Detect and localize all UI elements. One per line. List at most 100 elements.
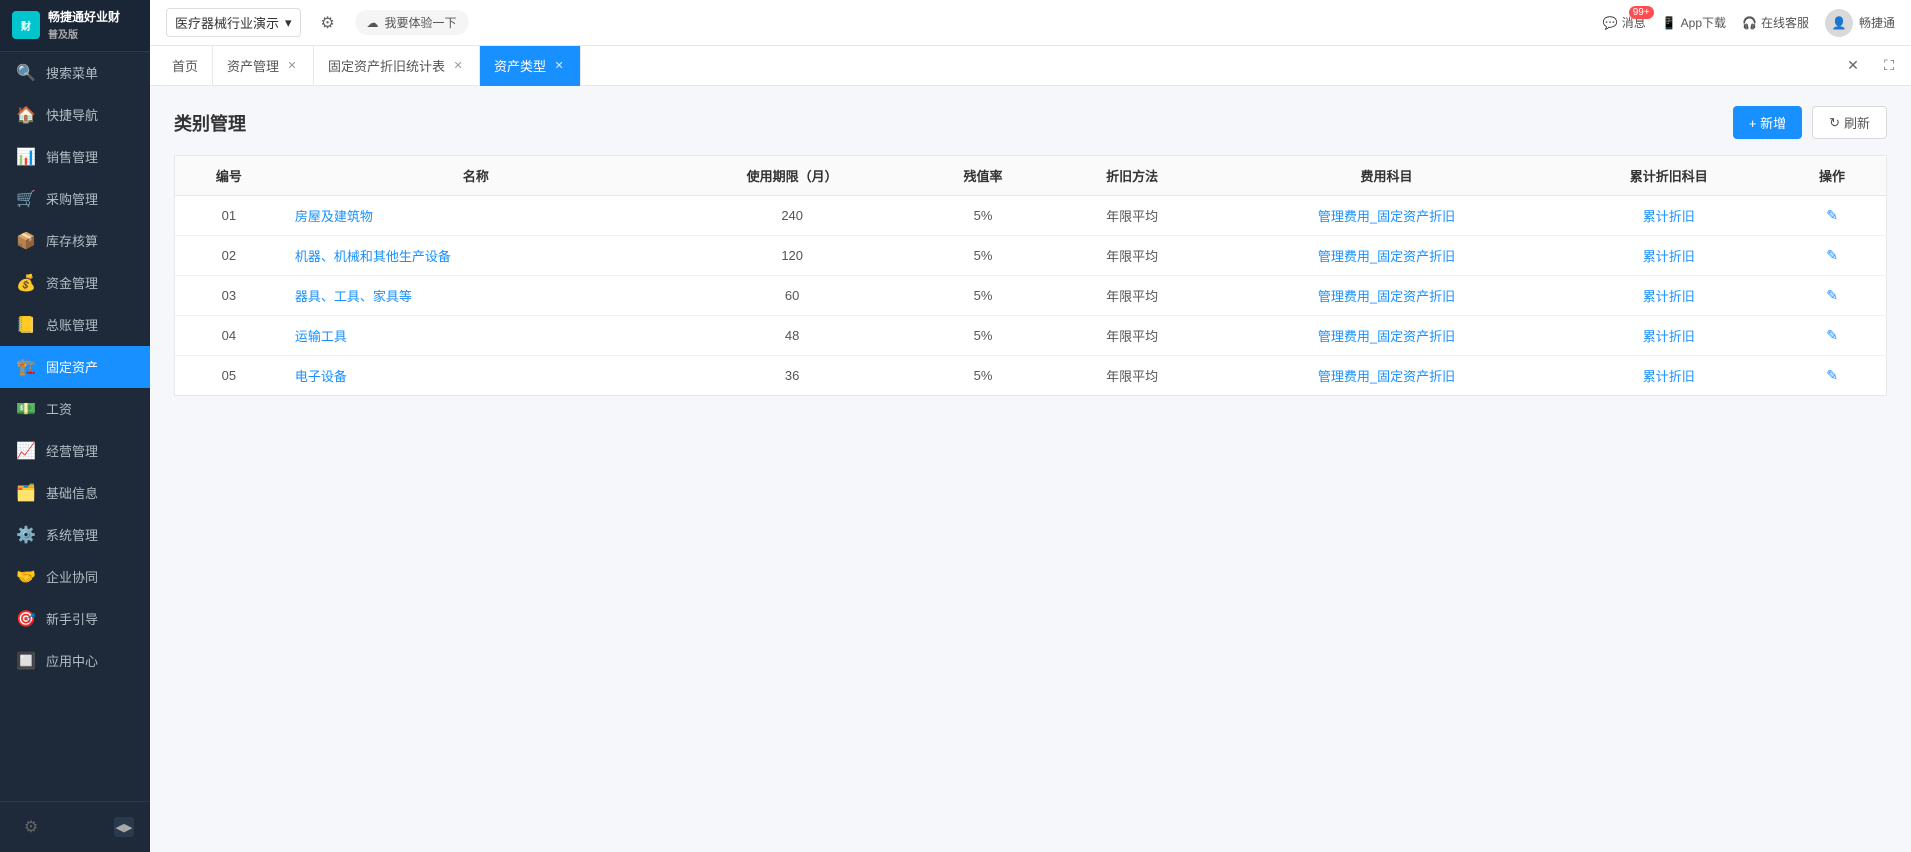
sidebar-icon-newguide: 🎯 [16, 609, 36, 629]
edit-btn-4[interactable]: ✎ [1826, 367, 1838, 383]
module-settings-btn[interactable]: ⚙ [313, 8, 343, 38]
sidebar-item-finance[interactable]: 💰 资金管理 [0, 262, 150, 304]
cell-name: 房屋及建筑物 [283, 196, 669, 236]
cell-action: ✎ [1778, 316, 1886, 356]
cell-action: ✎ [1778, 276, 1886, 316]
sidebar-collapse-btn[interactable]: ◀▶ [114, 817, 134, 837]
cell-code: 02 [175, 236, 283, 276]
accumulated-link[interactable]: 累计折旧 [1643, 209, 1695, 224]
sidebar-settings-icon[interactable]: ⚙ [16, 812, 46, 842]
sidebar-item-fixed[interactable]: 🏗️ 固定资产 [0, 346, 150, 388]
module-name: 医疗器械行业演示 [175, 13, 279, 32]
message-icon: 💬 [1603, 16, 1618, 30]
cell-accumulated: 累计折旧 [1559, 356, 1778, 396]
logo-name: 畅捷通好业财 [48, 10, 120, 26]
username-label: 畅捷通 [1859, 14, 1895, 31]
sidebar-item-operations[interactable]: 📈 经营管理 [0, 430, 150, 472]
expense-link[interactable]: 管理费用_固定资产折旧 [1318, 249, 1455, 264]
cell-name: 运输工具 [283, 316, 669, 356]
table-row: 01 房屋及建筑物 240 5% 年限平均 管理费用_固定资产折旧 累计折旧 ✎ [175, 196, 1887, 236]
expense-link[interactable]: 管理费用_固定资产折旧 [1318, 209, 1455, 224]
col-header: 编号 [175, 156, 283, 196]
tab-home[interactable]: 首页 [158, 46, 213, 86]
sidebar-icon-basic: 🗂️ [16, 483, 36, 503]
cell-period: 120 [669, 236, 916, 276]
sidebar-icon-system: ⚙️ [16, 525, 36, 545]
edit-btn-1[interactable]: ✎ [1826, 247, 1838, 263]
sidebar-item-purchase[interactable]: 🛒 采购管理 [0, 178, 150, 220]
tab-close-asset-mgmt[interactable]: ✕ [285, 59, 299, 73]
table-row: 03 器具、工具、家具等 60 5% 年限平均 管理费用_固定资产折旧 累计折旧… [175, 276, 1887, 316]
close-tab-btn[interactable]: ✕ [1839, 52, 1867, 80]
col-header: 名称 [283, 156, 669, 196]
sidebar-label-system: 系统管理 [46, 525, 98, 544]
sidebar-item-system[interactable]: ⚙️ 系统管理 [0, 514, 150, 556]
sidebar-icon-inventory: 📦 [16, 231, 36, 251]
customer-service-action[interactable]: 🎧 在线客服 [1742, 14, 1809, 31]
cell-name: 器具、工具、家具等 [283, 276, 669, 316]
name-link[interactable]: 运输工具 [295, 329, 347, 344]
name-link[interactable]: 器具、工具、家具等 [295, 289, 412, 304]
header-right: 💬 消息 99+ 📱 App下载 🎧 在线客服 👤 畅捷通 [1603, 9, 1895, 37]
sidebar-label-search: 搜索菜单 [46, 63, 98, 82]
message-badge: 99+ [1629, 6, 1654, 19]
accumulated-link[interactable]: 累计折旧 [1643, 289, 1695, 304]
message-action[interactable]: 💬 消息 99+ [1603, 14, 1646, 31]
app-download-action[interactable]: 📱 App下载 [1662, 14, 1726, 31]
tab-close-depreciation[interactable]: ✕ [451, 59, 465, 73]
cell-period: 60 [669, 276, 916, 316]
sidebar-label-newguide: 新手引导 [46, 609, 98, 628]
name-link[interactable]: 机器、机械和其他生产设备 [295, 249, 451, 264]
accumulated-link[interactable]: 累计折旧 [1643, 369, 1695, 384]
cell-expense: 管理费用_固定资产折旧 [1214, 276, 1560, 316]
expense-link[interactable]: 管理费用_固定资产折旧 [1318, 329, 1455, 344]
customer-service-label: 在线客服 [1761, 14, 1809, 31]
tab-label-asset-type: 资产类型 [494, 56, 546, 75]
name-link[interactable]: 房屋及建筑物 [295, 209, 373, 224]
tab-label-depreciation: 固定资产折旧统计表 [328, 56, 445, 75]
tab-asset-mgmt[interactable]: 资产管理 ✕ [213, 46, 314, 86]
edit-btn-0[interactable]: ✎ [1826, 207, 1838, 223]
new-button[interactable]: + 新增 [1733, 106, 1802, 139]
module-dropdown-icon: ▾ [285, 15, 292, 31]
sidebar-item-sales[interactable]: 📊 销售管理 [0, 136, 150, 178]
cell-accumulated: 累计折旧 [1559, 276, 1778, 316]
sidebar-label-fixed: 固定资产 [46, 357, 98, 376]
sidebar-label-operations: 经营管理 [46, 441, 98, 460]
sidebar-item-basic[interactable]: 🗂️ 基础信息 [0, 472, 150, 514]
cell-accumulated: 累计折旧 [1559, 196, 1778, 236]
logo-icon: 财 [12, 11, 40, 39]
accumulated-link[interactable]: 累计折旧 [1643, 329, 1695, 344]
cell-name: 机器、机械和其他生产设备 [283, 236, 669, 276]
tab-depreciation[interactable]: 固定资产折旧统计表 ✕ [314, 46, 480, 86]
expense-link[interactable]: 管理费用_固定资产折旧 [1318, 289, 1455, 304]
user-avatar: 👤 [1825, 9, 1853, 37]
tabs-actions: ✕ ⛶ [1839, 52, 1903, 80]
sidebar-item-search[interactable]: 🔍 搜索菜单 [0, 52, 150, 94]
tab-close-asset-type[interactable]: ✕ [552, 59, 566, 73]
sidebar-item-appstore[interactable]: 🔲 应用中心 [0, 640, 150, 682]
cell-period: 240 [669, 196, 916, 236]
sidebar-item-inventory[interactable]: 📦 库存核算 [0, 220, 150, 262]
expand-tab-btn[interactable]: ⛶ [1875, 52, 1903, 80]
name-link[interactable]: 电子设备 [295, 369, 347, 384]
sidebar-item-enterprise[interactable]: 🤝 企业协同 [0, 556, 150, 598]
edit-btn-3[interactable]: ✎ [1826, 327, 1838, 343]
edit-btn-2[interactable]: ✎ [1826, 287, 1838, 303]
user-info[interactable]: 👤 畅捷通 [1825, 9, 1895, 37]
sidebar-item-newguide[interactable]: 🎯 新手引导 [0, 598, 150, 640]
sidebar-item-ledger[interactable]: 📒 总账管理 [0, 304, 150, 346]
try-experience-btn[interactable]: ☁ 我要体验一下 [355, 10, 469, 35]
accumulated-link[interactable]: 累计折旧 [1643, 249, 1695, 264]
tab-label-asset-mgmt: 资产管理 [227, 56, 279, 75]
expense-link[interactable]: 管理费用_固定资产折旧 [1318, 369, 1455, 384]
sidebar-item-payroll[interactable]: 💵 工资 [0, 388, 150, 430]
sidebar-item-quicknav[interactable]: 🏠 快捷导航 [0, 94, 150, 136]
refresh-button[interactable]: ↻ 刷新 [1812, 106, 1887, 139]
try-btn-label: 我要体验一下 [385, 14, 457, 31]
module-selector[interactable]: 医疗器械行业演示 ▾ [166, 8, 301, 37]
tab-asset-type[interactable]: 资产类型 ✕ [480, 46, 581, 86]
col-header: 使用期限（月） [669, 156, 916, 196]
table-header-row: 编号名称使用期限（月）残值率折旧方法费用科目累计折旧科目操作 [175, 156, 1887, 196]
sidebar-menu: 🔍 搜索菜单 🏠 快捷导航 📊 销售管理 🛒 采购管理 📦 库存核算 💰 资金管… [0, 52, 150, 801]
